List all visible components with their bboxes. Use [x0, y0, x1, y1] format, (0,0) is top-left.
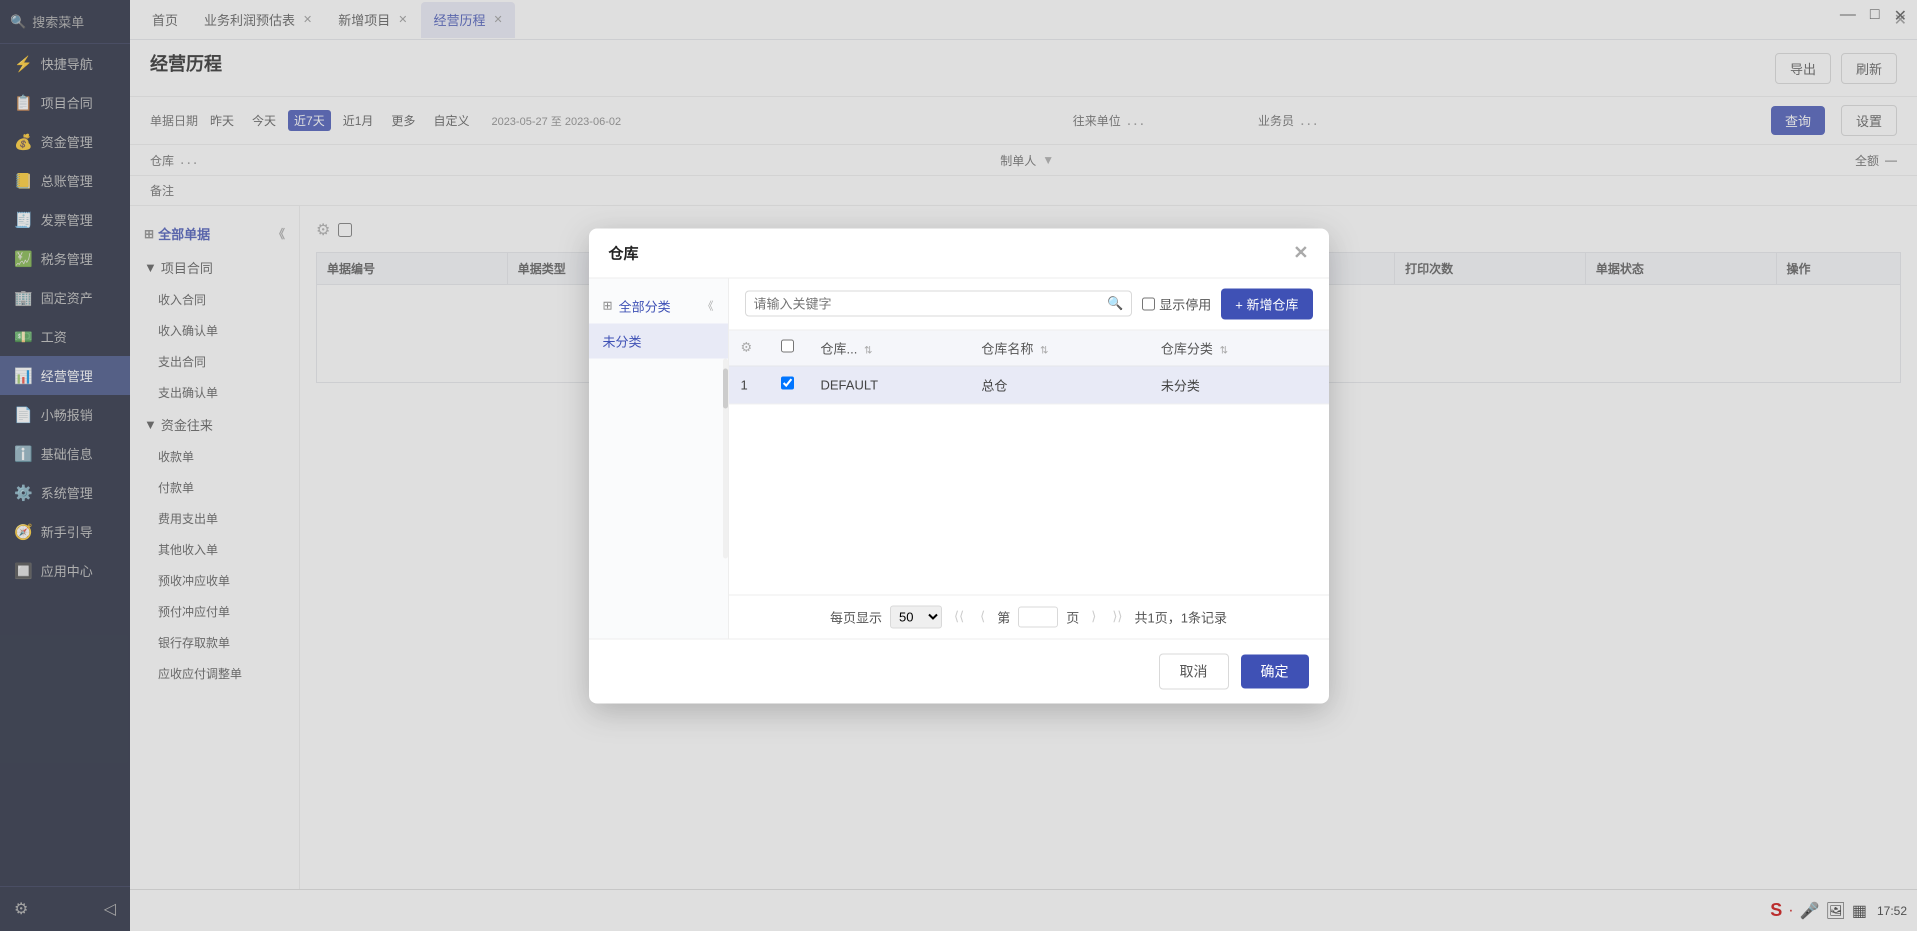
- modal-table-header: ⚙ 仓库... ⇅ 仓库名称 ⇅: [729, 330, 1329, 366]
- row-code: DEFAULT: [809, 366, 970, 404]
- show-disabled-label: 显示停用: [1142, 294, 1211, 313]
- th-warehouse-code: 仓库... ⇅: [809, 330, 970, 366]
- modal-prev-page-btn[interactable]: ⟨: [976, 607, 989, 627]
- window-close-button[interactable]: ✕: [1894, 6, 1907, 26]
- add-warehouse-button[interactable]: + 新增仓库: [1221, 288, 1312, 319]
- modal-first-page-btn[interactable]: ⟨⟨: [950, 607, 968, 627]
- cancel-button[interactable]: 取消: [1159, 653, 1229, 689]
- th-settings: ⚙: [729, 330, 769, 366]
- row-checkbox[interactable]: [781, 377, 794, 390]
- row-num: 1: [729, 366, 769, 404]
- show-disabled-text: 显示停用: [1159, 294, 1211, 313]
- th-warehouse-category: 仓库分类 ⇅: [1149, 330, 1329, 366]
- modal-search-icon[interactable]: 🔍: [1107, 296, 1123, 312]
- row-checkbox-cell: [769, 366, 809, 404]
- sort-arrows-category[interactable]: ⇅: [1220, 345, 1228, 356]
- modal-left-header: ⊞ 全部分类 《: [589, 288, 728, 323]
- modal-per-page-select[interactable]: 50 100: [890, 605, 942, 628]
- page-label-modal: 第: [997, 607, 1010, 626]
- col-settings-icon[interactable]: ⚙: [741, 340, 753, 355]
- modal-table-body: 1 DEFAULT 总仓 未分类: [729, 366, 1329, 404]
- modal-page-input[interactable]: 1: [1018, 606, 1058, 627]
- modal-total-text: 共1页，1条记录: [1135, 607, 1227, 626]
- row-category: 未分类: [1149, 366, 1329, 404]
- modal-next-page-btn[interactable]: ⟩: [1087, 607, 1100, 627]
- modal-table: ⚙ 仓库... ⇅ 仓库名称 ⇅: [729, 330, 1329, 404]
- confirm-button[interactable]: 确定: [1241, 654, 1309, 688]
- modal-body: ⊞ 全部分类 《 未分类 🔍: [589, 278, 1329, 638]
- window-min-button[interactable]: —: [1840, 6, 1856, 26]
- window-controls: — □ ✕: [1840, 6, 1907, 26]
- modal-table-wrap: ⚙ 仓库... ⇅ 仓库名称 ⇅: [729, 330, 1329, 594]
- modal-left-panel: ⊞ 全部分类 《 未分类: [589, 278, 729, 638]
- modal-left-collapse-icon[interactable]: 《: [703, 298, 714, 314]
- modal-toolbar: 🔍 显示停用 + 新增仓库: [729, 278, 1329, 330]
- th-warehouse-name: 仓库名称 ⇅: [969, 330, 1149, 366]
- modal-footer: 取消 确定: [589, 638, 1329, 703]
- modal-last-page-btn[interactable]: ⟩⟩: [1108, 607, 1126, 627]
- modal-search-input[interactable]: [754, 296, 1102, 311]
- modal-category-label: 未分类: [603, 334, 642, 349]
- warehouse-modal: 仓库 ✕ ⊞ 全部分类 《 未分类: [589, 228, 1329, 703]
- modal-title: 仓库: [609, 242, 639, 263]
- sort-arrows-name[interactable]: ⇅: [1040, 345, 1048, 356]
- table-row[interactable]: 1 DEFAULT 总仓 未分类: [729, 366, 1329, 404]
- left-panel-scrollbar[interactable]: [723, 368, 728, 408]
- th-checkbox: [769, 330, 809, 366]
- modal-search-box: 🔍: [745, 291, 1133, 317]
- page-suffix-modal: 页: [1066, 607, 1079, 626]
- sort-arrows-code[interactable]: ⇅: [864, 345, 872, 356]
- show-disabled-checkbox[interactable]: [1142, 297, 1155, 310]
- modal-all-categories-label[interactable]: 全部分类: [619, 296, 671, 315]
- row-name: 总仓: [969, 366, 1149, 404]
- modal-select-all-checkbox[interactable]: [781, 340, 794, 353]
- window-max-button[interactable]: □: [1870, 6, 1880, 26]
- modal-header: 仓库 ✕: [589, 228, 1329, 278]
- modal-pagination: 每页显示 50 100 ⟨⟨ ⟨ 第 1 页 ⟩ ⟩⟩ 共1页，1条记录: [729, 594, 1329, 638]
- modal-category-uncategorized[interactable]: 未分类: [589, 323, 728, 358]
- modal-close-button[interactable]: ✕: [1293, 242, 1308, 263]
- modal-right-panel: 🔍 显示停用 + 新增仓库 ⚙: [729, 278, 1329, 638]
- modal-per-page-label: 每页显示: [830, 607, 882, 626]
